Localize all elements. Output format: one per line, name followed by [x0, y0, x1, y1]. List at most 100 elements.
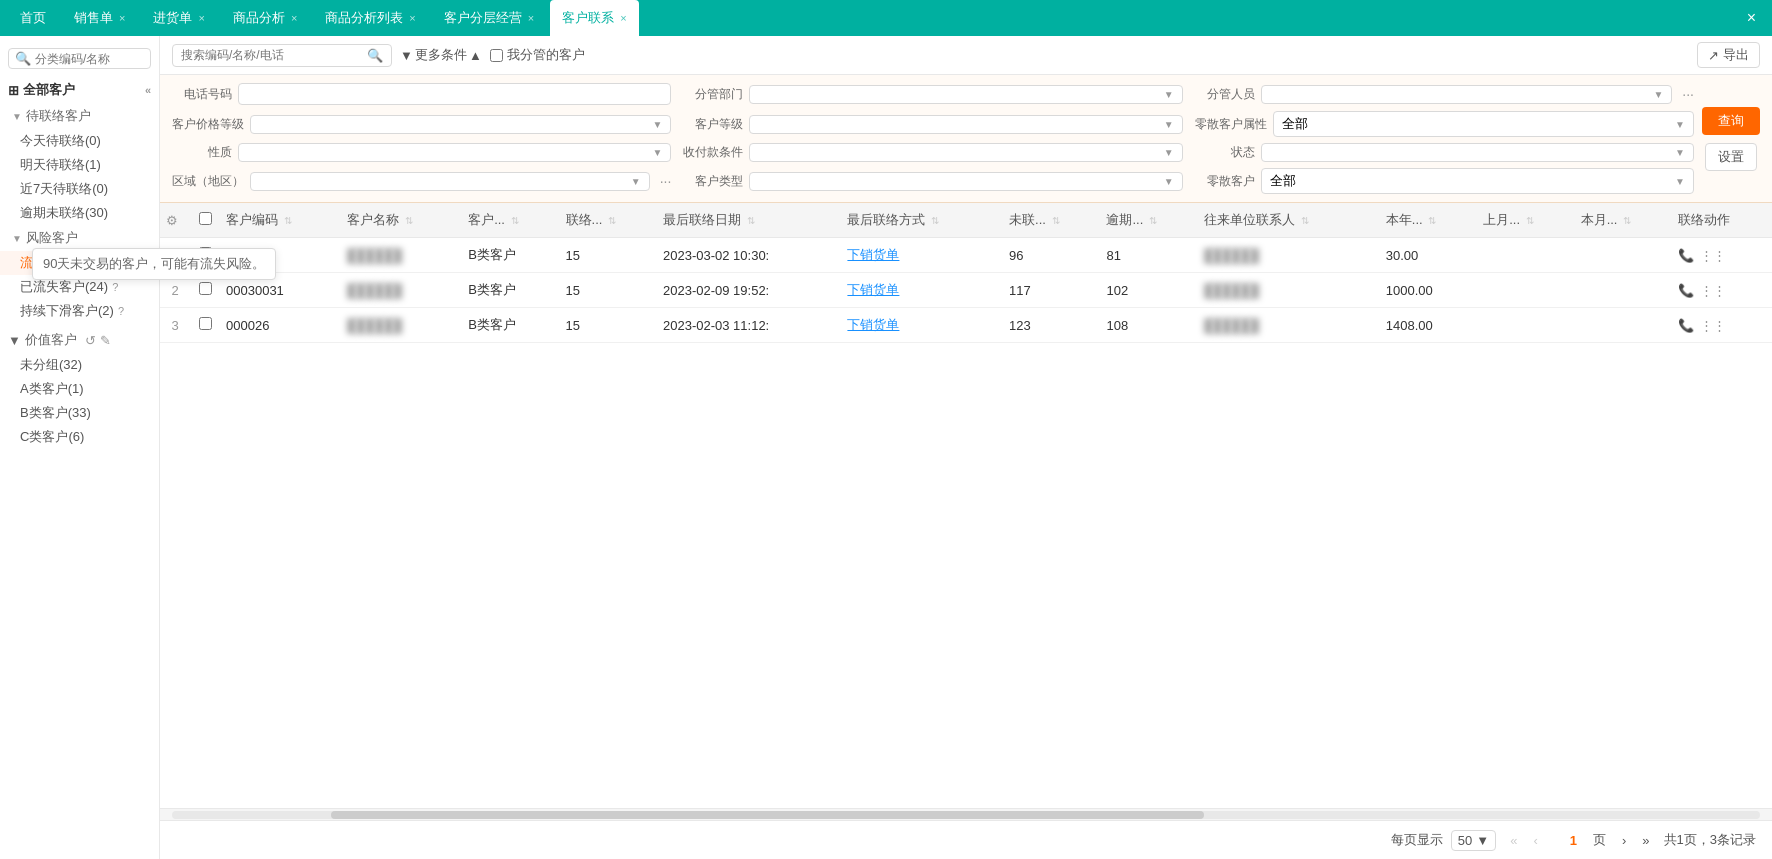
phone-input[interactable]: [238, 83, 671, 105]
manager-select[interactable]: ▼: [1261, 85, 1673, 104]
next-page-btn[interactable]: ›: [1616, 831, 1632, 850]
status-select[interactable]: ▼: [1261, 143, 1694, 162]
row-last-contact-date: 2023-03-02 10:30:: [657, 238, 841, 273]
sort-lm-icon[interactable]: ⇅: [1526, 215, 1534, 226]
close-customer-layer-tab[interactable]: ×: [528, 12, 534, 24]
sort-code-icon[interactable]: ⇅: [284, 215, 292, 226]
export-button[interactable]: ↗ 导出: [1697, 42, 1760, 68]
sidebar-item-today[interactable]: 今天待联络(0): [0, 129, 159, 153]
close-all-button[interactable]: ×: [1739, 9, 1764, 27]
section-pending[interactable]: ▼ 待联络客户: [0, 103, 159, 129]
sidebar-item-7days[interactable]: 近7天待联络(0): [0, 177, 159, 201]
nav-product-analysis-list[interactable]: 商品分析列表 ×: [313, 0, 427, 36]
manager-dots[interactable]: ···: [1682, 86, 1694, 102]
refresh-icon[interactable]: ↺: [85, 333, 96, 348]
sidebar-item-tomorrow[interactable]: 明天待联络(1): [0, 153, 159, 177]
filter-status: 状态 ▼: [1195, 143, 1694, 162]
more-conditions[interactable]: ▼ 更多条件 ▲: [400, 46, 482, 64]
dept-select[interactable]: ▼: [749, 85, 1182, 104]
close-customer-contact-tab[interactable]: ×: [620, 12, 626, 24]
query-button[interactable]: 查询: [1702, 107, 1760, 135]
retail-attr-label: 零散客户属性: [1195, 116, 1267, 133]
arrow-icon: ▼: [12, 111, 22, 122]
retail-attr-select[interactable]: 全部 ▼: [1273, 111, 1694, 137]
nav-customer-layer[interactable]: 客户分层经营 ×: [432, 0, 546, 36]
sort-not-icon[interactable]: ⇅: [1052, 215, 1060, 226]
cust-type-label: 客户类型: [683, 173, 743, 190]
sort-type-icon[interactable]: ⇅: [511, 215, 519, 226]
all-customers-title[interactable]: ⊞ 全部客户 «: [0, 77, 159, 103]
row-last-contact-way[interactable]: 下销货单: [841, 238, 1003, 273]
sort-name-icon[interactable]: ⇅: [405, 215, 413, 226]
select-all-checkbox[interactable]: [199, 212, 212, 225]
content-area: 🔍 ▼ 更多条件 ▲ 我分管的客户 ↗ 导出: [160, 36, 1772, 859]
col-contact: 联络... ⇅: [560, 203, 657, 238]
col-last-month: 上月... ⇅: [1477, 203, 1574, 238]
action-more-icon[interactable]: ⋮⋮: [1700, 248, 1726, 263]
sort-ty-icon[interactable]: ⇅: [1428, 215, 1436, 226]
sidebar-item-declining[interactable]: 持续下滑客户(2) ?: [0, 299, 159, 323]
close-product-list-tab[interactable]: ×: [409, 12, 415, 24]
nature-label: 性质: [172, 144, 232, 161]
action-phone-icon[interactable]: 📞: [1678, 283, 1694, 298]
nav-customer-contact[interactable]: 客户联系 ×: [550, 0, 638, 36]
close-product-analysis-tab[interactable]: ×: [291, 12, 297, 24]
sidebar-item-class-a[interactable]: A类客户(1): [0, 377, 159, 401]
sort-last-date-icon[interactable]: ⇅: [747, 215, 755, 226]
col-this-year: 本年... ⇅: [1380, 203, 1477, 238]
row-last-month: [1477, 273, 1574, 308]
sidebar-item-class-b[interactable]: B类客户(33): [0, 401, 159, 425]
export-icon: ↗: [1708, 48, 1719, 63]
action-more-icon[interactable]: ⋮⋮: [1700, 283, 1726, 298]
prev-page-btn[interactable]: ‹: [1527, 831, 1543, 850]
sidebar-item-ungroup[interactable]: 未分组(32): [0, 353, 159, 377]
settings-button[interactable]: 设置: [1705, 143, 1757, 171]
action-phone-icon[interactable]: 📞: [1678, 248, 1694, 263]
sort-overdue-icon[interactable]: ⇅: [1149, 215, 1157, 226]
edit-icon[interactable]: ✎: [100, 333, 111, 348]
search-input[interactable]: [181, 48, 363, 62]
sort-cp-icon[interactable]: ⇅: [1301, 215, 1309, 226]
region-dots[interactable]: ···: [660, 173, 672, 189]
filter-cust-grade: 客户等级 ▼: [683, 115, 1182, 134]
close-purchase-tab[interactable]: ×: [198, 12, 204, 24]
page-size-select[interactable]: 50 ▼: [1451, 830, 1496, 851]
cust-grade-select[interactable]: ▼: [749, 115, 1182, 134]
my-customers-check[interactable]: [490, 49, 503, 62]
sidebar-item-overdue[interactable]: 逾期未联络(30): [0, 201, 159, 225]
search-wrap[interactable]: 🔍: [172, 44, 392, 67]
last-page-btn[interactable]: »: [1636, 831, 1655, 850]
bottom-scroll[interactable]: [160, 808, 1772, 820]
sort-tm-icon[interactable]: ⇅: [1623, 215, 1631, 226]
action-phone-icon[interactable]: 📞: [1678, 318, 1694, 333]
retail-cust-select[interactable]: 全部 ▼: [1261, 168, 1694, 194]
close-sales-tab[interactable]: ×: [119, 12, 125, 24]
row-last-contact-way[interactable]: 下销货单: [841, 273, 1003, 308]
price-grade-select[interactable]: ▼: [250, 115, 671, 134]
filter-region: 区域（地区） ▼ ···: [172, 172, 671, 191]
settings-col-header[interactable]: ⚙: [160, 203, 190, 238]
row-last-contact-way[interactable]: 下销货单: [841, 308, 1003, 343]
nav-sales[interactable]: 销售单 ×: [62, 0, 137, 36]
first-page-btn[interactable]: «: [1504, 831, 1523, 850]
search-icon[interactable]: 🔍: [367, 48, 383, 63]
section-value[interactable]: ▼ 价值客户 ↺ ✎: [0, 327, 159, 353]
filter-row-3: 性质 ▼ 收付款条件 ▼: [172, 143, 1694, 162]
action-more-icon[interactable]: ⋮⋮: [1700, 318, 1726, 333]
sort-contact-icon[interactable]: ⇅: [608, 215, 616, 226]
nav-purchase[interactable]: 进货单 ×: [141, 0, 216, 36]
region-select[interactable]: ▼: [250, 172, 650, 191]
cust-type-select[interactable]: ▼: [749, 172, 1182, 191]
my-customers-checkbox[interactable]: 我分管的客户: [490, 46, 585, 64]
payment-select[interactable]: ▼: [749, 143, 1182, 162]
sort-last-way-icon[interactable]: ⇅: [931, 215, 939, 226]
row-checkbox[interactable]: [190, 308, 220, 343]
sidebar-search-input[interactable]: [35, 52, 144, 66]
nature-select[interactable]: ▼: [238, 143, 671, 162]
nav-home[interactable]: 首页: [8, 0, 58, 36]
sidebar-search[interactable]: 🔍: [8, 48, 151, 69]
nav-product-analysis[interactable]: 商品分析 ×: [221, 0, 309, 36]
payment-arrow: ▼: [1164, 147, 1174, 158]
sidebar-item-class-c[interactable]: C类客户(6): [0, 425, 159, 449]
table-row: 1 000011 ██████ B类客户 15 2023-03-02 10:30…: [160, 238, 1772, 273]
